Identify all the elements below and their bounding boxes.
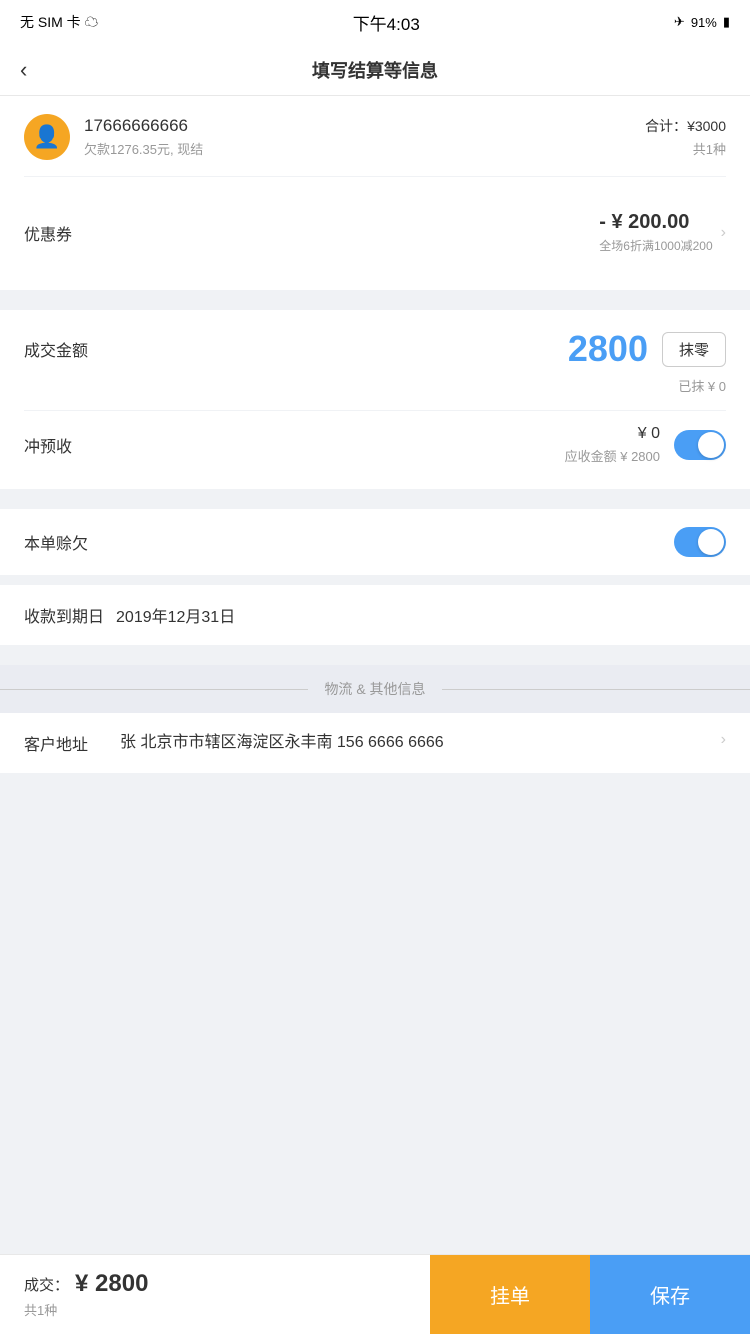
amount-right: 2800 抹零: [568, 328, 726, 370]
transaction-amount-card: 成交金额 2800 抹零 已抹 ¥ 0 冲预收 ¥ 0 应收金额 ¥ 2800: [0, 310, 750, 489]
coupon-chevron-icon: ›: [721, 224, 726, 242]
avatar-icon: 👤: [33, 124, 60, 150]
logistics-header: 物流 & 其他信息: [0, 665, 750, 713]
save-button[interactable]: 保存: [590, 1255, 750, 1334]
section-gap-2: [0, 499, 750, 509]
user-debt: 欠款1276.35元, 现结: [84, 139, 203, 158]
address-chevron: ›: [721, 731, 726, 749]
bottom-total-value: ¥ 2800: [75, 1270, 148, 1298]
status-left: 无 SIM 卡 ☁: [20, 12, 99, 32]
address-label: 客户地址: [24, 731, 104, 755]
user-right: 合计：¥3000 共1种: [645, 116, 726, 158]
amount-row: 成交金额 2800 抹零: [24, 328, 726, 370]
debt-card: 本单赊欠: [0, 509, 750, 575]
coupon-right: - ¥ 200.00 全场6折满1000减200 ›: [599, 211, 726, 254]
address-value: 张 北京市市辖区海淀区永丰南 156 6666 6666: [120, 731, 721, 755]
battery-text: 91%: [691, 15, 717, 30]
location-icon: ✈: [674, 14, 685, 30]
status-time: 下午4:03: [353, 10, 420, 35]
prepay-label: 冲预收: [24, 433, 72, 457]
user-left: 👤 17666666666 欠款1276.35元, 现结: [24, 114, 203, 160]
coupon-row[interactable]: 优惠券 - ¥ 200.00 全场6折满1000减200 ›: [24, 193, 726, 272]
amount-sub: 已抹 ¥ 0: [678, 379, 726, 394]
user-phone: 17666666666: [84, 116, 203, 136]
address-chevron-icon: ›: [721, 731, 726, 749]
status-right: ✈ 91% ▮: [674, 14, 730, 30]
bottom-bar: 成交： ¥ 2800 共1种 挂单 保存: [0, 1254, 750, 1334]
prepay-row: 冲预收 ¥ 0 应收金额 ¥ 2800: [24, 411, 726, 479]
content: 👤 17666666666 欠款1276.35元, 现结 合计：¥3000 共1…: [0, 96, 750, 1083]
due-date-card: 收款到期日 2019年12月31日: [0, 585, 750, 645]
section-gap-1: [0, 300, 750, 310]
debt-toggle[interactable]: [674, 527, 726, 557]
coupon-label: 优惠券: [24, 221, 72, 245]
coupon-sub: 全场6折满1000减200: [599, 237, 712, 254]
address-card[interactable]: 客户地址 张 北京市市辖区海淀区永丰南 156 6666 6666 ›: [0, 713, 750, 773]
battery-icon: ▮: [723, 14, 730, 30]
amount-label: 成交金额: [24, 337, 88, 361]
signal-text: 无 SIM 卡 ☁: [20, 12, 99, 32]
due-date-value: 2019年12月31日: [116, 603, 235, 627]
user-row: 👤 17666666666 欠款1276.35元, 现结 合计：¥3000 共1…: [24, 114, 726, 160]
address-row: 客户地址 张 北京市市辖区海淀区永丰南 156 6666 6666 ›: [24, 731, 726, 755]
debt-label: 本单赊欠: [24, 530, 88, 554]
round-button[interactable]: 抹零: [662, 332, 726, 367]
user-info-text: 17666666666 欠款1276.35元, 现结: [84, 116, 203, 158]
prepay-toggle[interactable]: [674, 430, 726, 460]
bottom-total-row: 成交： ¥ 2800: [24, 1270, 406, 1298]
due-date-label: 收款到期日: [24, 603, 104, 627]
due-date-row: 收款到期日 2019年12月31日: [24, 603, 726, 627]
user-info-card: 👤 17666666666 欠款1276.35元, 现结 合计：¥3000 共1…: [0, 96, 750, 290]
avatar: 👤: [24, 114, 70, 160]
logistics-header-text: 物流 & 其他信息: [308, 679, 441, 699]
total-count: 共1种: [645, 139, 726, 158]
page-title: 填写结算等信息: [312, 57, 438, 83]
toggle-knob: [698, 432, 724, 458]
prepay-amount: ¥ 0: [565, 425, 660, 443]
hold-button[interactable]: 挂单: [430, 1255, 590, 1334]
prepay-value: ¥ 0 应收金额 ¥ 2800: [565, 425, 660, 465]
prepay-right: ¥ 0 应收金额 ¥ 2800: [565, 425, 726, 465]
nav-bar: ‹ 填写结算等信息: [0, 44, 750, 96]
back-button[interactable]: ‹: [20, 57, 27, 83]
total-label: 合计：¥3000: [645, 116, 726, 136]
bottom-total-label: 成交：: [24, 1274, 69, 1295]
section-gap-3: [0, 655, 750, 665]
status-bar: 无 SIM 卡 ☁ 下午4:03 ✈ 91% ▮: [0, 0, 750, 44]
gray-area: [0, 783, 750, 983]
bottom-total: 成交： ¥ 2800 共1种: [0, 1270, 430, 1319]
coupon-amount: - ¥ 200.00: [599, 211, 712, 234]
debt-toggle-knob: [698, 529, 724, 555]
bottom-total-count: 共1种: [24, 1300, 406, 1319]
prepay-sub: 应收金额 ¥ 2800: [565, 446, 660, 465]
amount-value: 2800: [568, 328, 648, 370]
debt-row: 本单赊欠: [24, 527, 726, 557]
